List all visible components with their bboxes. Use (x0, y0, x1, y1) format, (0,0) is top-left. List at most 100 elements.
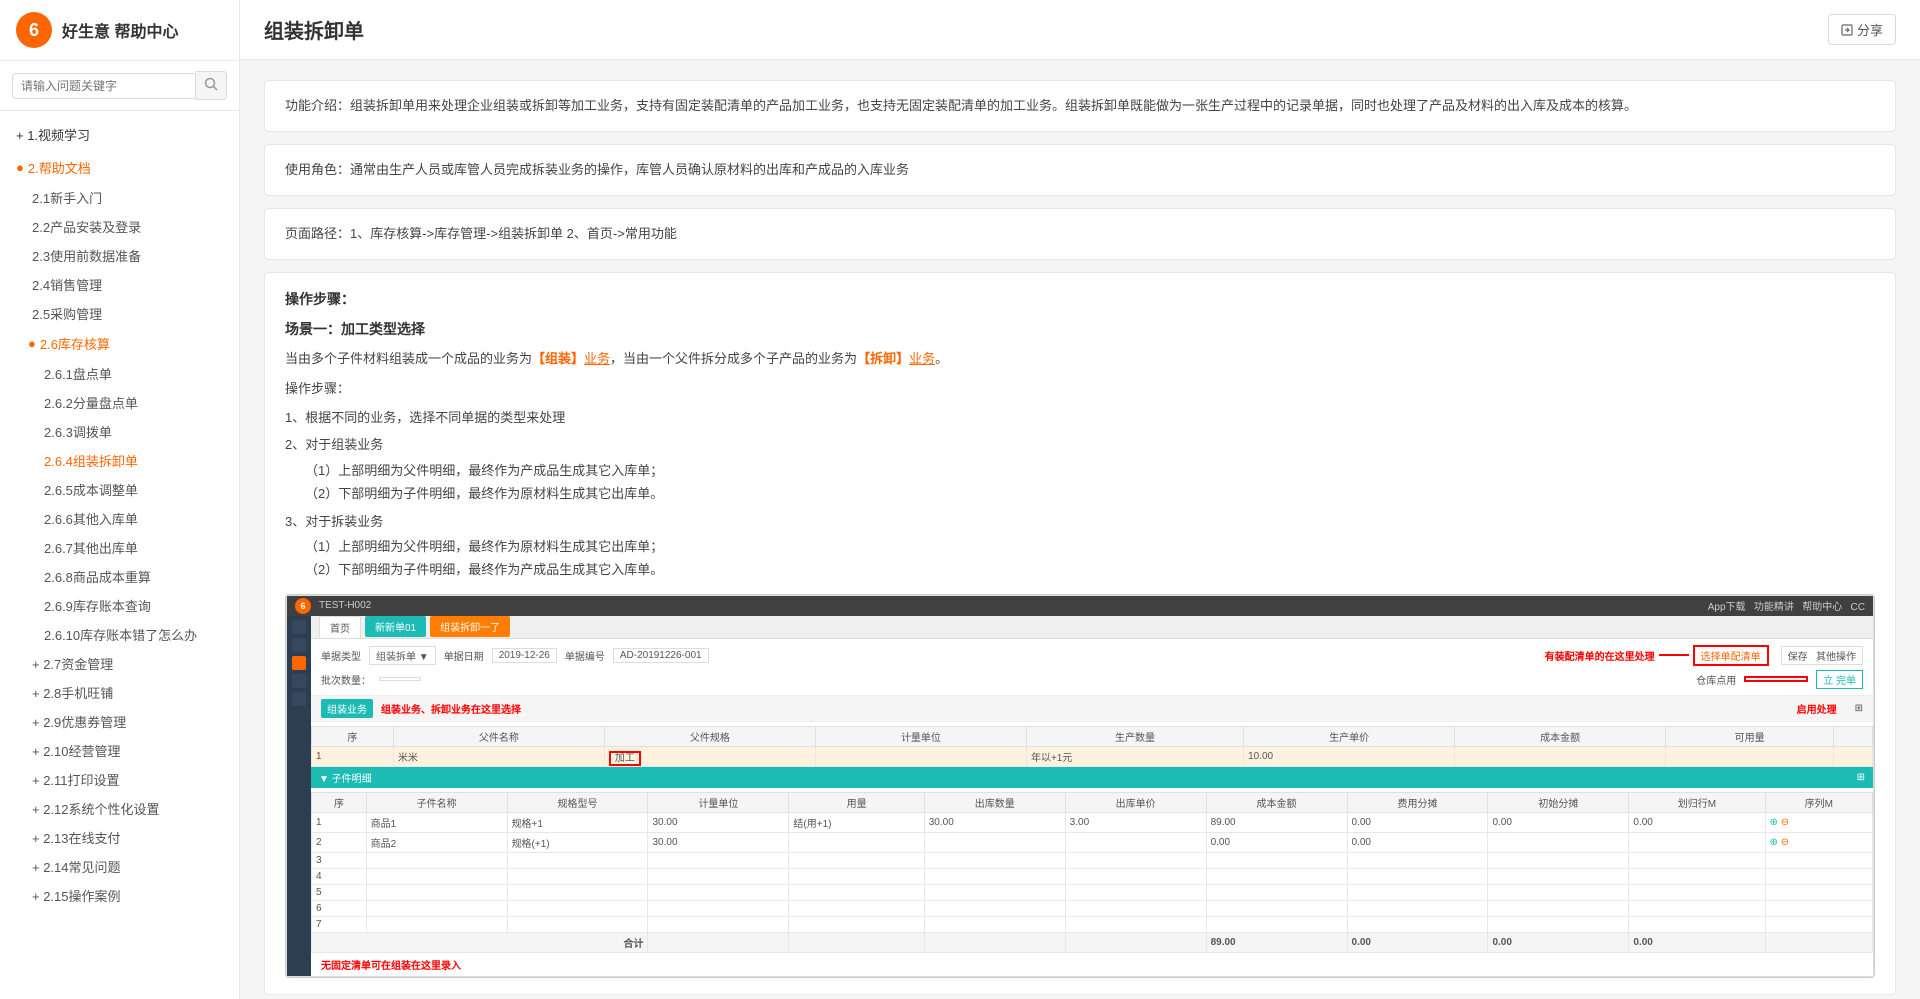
sidebar-item-sales[interactable]: 2.4销售管理 (0, 270, 239, 299)
footer-amount1: 89.00 (1206, 932, 1347, 952)
mock-new-btn[interactable]: 组装拆卸一了 (430, 616, 510, 637)
sidebar-item-inventory[interactable]: 2.6.1盘点单 (0, 359, 239, 388)
sidebar-item-faq[interactable]: + 2.14常见问题 (0, 852, 239, 881)
nav-section-docs: ● 2.帮助文档 2.1新手入门 2.2产品安装及登录 2.3使用前数据准备 2… (0, 152, 239, 910)
mock-action-btns[interactable]: 保存 其他操作 (1781, 646, 1863, 665)
annotation-section: 组装业务、拆卸业务在这里选择 (381, 701, 521, 716)
disassembly-step-1: （1）上部明细为父件明细，最终作为原材料生成其它出库单； (305, 535, 1875, 558)
cell-op-btn-3[interactable]: ⊕ (1770, 837, 1778, 848)
sidebar-item-print[interactable]: + 2.11打印设置 (0, 765, 239, 794)
nav-icon-5 (292, 692, 306, 706)
sidebar-item-mgmt[interactable]: + 2.10经营管理 (0, 736, 239, 765)
footer-amount3: 0.00 (1488, 932, 1629, 952)
mock-tab-home[interactable]: 首页 (319, 616, 361, 638)
mock-upper-row-1: 1 米米 加工 年以+1元 10.00 (312, 746, 1873, 766)
sidebar-item-error[interactable]: 2.6.10库存账本错了怎么办 (0, 620, 239, 649)
sidebar-item-out[interactable]: 2.6.7其他出库单 (0, 533, 239, 562)
sidebar-item-system[interactable]: + 2.12系统个性化设置 (0, 794, 239, 823)
cell-l-init-2 (1488, 832, 1629, 852)
main-content: 组装拆卸单 分享 功能介绍：组装拆卸单用来处理企业组装或拆卸等加工业务，支持有固… (240, 0, 1920, 999)
mock-lower-table: 序 子件名称 规格型号 计量单位 用量 出库数量 出库单价 成本金额 费用分摊 (311, 792, 1873, 953)
sidebar-item-finance[interactable]: + 2.7资金管理 (0, 649, 239, 678)
mock-lower-title: ▼ 子件明细 (319, 770, 372, 785)
cell-l-cost: 89.00 (1206, 812, 1347, 832)
mock-type-value[interactable]: 组装拆单 ▼ (369, 646, 436, 665)
col-qty: 生产数量 (1026, 726, 1243, 746)
search-input[interactable] (12, 73, 196, 99)
sidebar-item-cases[interactable]: + 2.15操作案例 (0, 881, 239, 910)
sidebar-item-data[interactable]: 2.3使用前数据准备 (0, 241, 239, 270)
cell-l-unit-2: 30.00 (648, 832, 789, 852)
sidebar-item-assembly[interactable]: 2.6.4组装拆卸单 (0, 446, 239, 475)
col-out-qty: 出库数量 (924, 792, 1065, 812)
role-card: 使用角色：通常由生产人员或库管人员完成拆装业务的操作，库管人员确认原材料的出库和… (264, 144, 1896, 196)
disassembly-step-2: （2）下部明细为子件明细，最终作为产成品生成其它入库单。 (305, 558, 1875, 581)
cell-op-btn-1[interactable]: ⊕ (1770, 817, 1778, 828)
minus-icon: ● (16, 160, 24, 175)
sidebar-item-install[interactable]: 2.2产品安装及登录 (0, 212, 239, 241)
steps-header: 操作步骤： (285, 289, 1875, 309)
sidebar-item-new[interactable]: 2.1新手入门 (0, 183, 239, 212)
sidebar-item-warehouse[interactable]: ● 2.6库存核算 (0, 328, 239, 359)
sidebar-item-coupon[interactable]: + 2.9优惠券管理 (0, 707, 239, 736)
col-action (1834, 726, 1873, 746)
sidebar-item-video[interactable]: + 1.视频学习 (0, 119, 239, 150)
sidebar-item-payment[interactable]: + 2.13在线支付 (0, 823, 239, 852)
mock-select-btn[interactable]: 立 完单 (1816, 670, 1863, 689)
mock-tabs-bar: 首页 新新单01 组装拆卸一了 (311, 616, 1873, 639)
share-label: 分享 (1857, 20, 1883, 39)
cell-l-out-price-2 (1065, 832, 1206, 852)
col-alloc: 费用分摊 (1347, 792, 1488, 812)
cell-l-seq: 1 (312, 812, 367, 832)
cell-l-seq-2: 2 (312, 832, 367, 852)
sidebar-item-check[interactable]: 2.6.9库存账本查询 (0, 591, 239, 620)
search-button[interactable] (196, 71, 227, 100)
mock-tab-active[interactable]: 新新单01 (365, 616, 426, 637)
fake-screenshot: 6 TEST-H002 App下载 功能精讲 帮助中心 CC (286, 595, 1874, 977)
mock-form-header: 单据类型 组装拆单 ▼ 单据日期 2019-12-26 单据编号 AD-2019… (311, 639, 1873, 696)
mock-qty-label: 批次数量： (321, 672, 371, 687)
mock-qty-value[interactable] (379, 677, 421, 681)
steps-section: 操作步骤： 场景一：加工类型选择 当由多个子件材料组装成一个成品的业务为【组装】… (264, 272, 1896, 995)
sidebar-item-docs[interactable]: ● 2.帮助文档 (0, 152, 239, 183)
sidebar-item-cost[interactable]: 2.6.5成本调整单 (0, 475, 239, 504)
sidebar-item-in[interactable]: 2.6.6其他入库单 (0, 504, 239, 533)
cell-l-usage-2 (789, 832, 924, 852)
sidebar-item-label: 2.6库存核算 (40, 334, 110, 353)
ops-steps-label: 操作步骤： (285, 377, 1875, 400)
share-icon (1841, 24, 1853, 36)
intro-card: 功能介绍：组装拆卸单用来处理企业组装或拆卸等加工业务，支持有固定装配清单的产品加… (264, 80, 1896, 132)
sidebar-item-purchase[interactable]: 2.5采购管理 (0, 299, 239, 328)
col-out-price: 出库单价 (1065, 792, 1206, 812)
role-text: 使用角色：通常由生产人员或库管人员完成拆装业务的操作，库管人员确认原材料的出库和… (285, 159, 1875, 181)
mock-upper-table: 序 父件名称 父件规格 计量单位 生产数量 生产单价 成本金额 可用量 (311, 726, 1873, 767)
mock-assembly-btn[interactable]: 选择单配清单 (1693, 645, 1769, 666)
col-seq-m: 序列M (1765, 792, 1872, 812)
mock-left-nav (287, 616, 311, 976)
sidebar-item-recount[interactable]: 2.6.8商品成本重算 (0, 562, 239, 591)
mock-lower-row-2: 2 商品2 规格(+1) 30.00 0.00 0.00 (312, 832, 1873, 852)
nav-section-video: + 1.视频学习 (0, 119, 239, 150)
mock-no-value[interactable]: AD-20191226-001 (613, 648, 709, 663)
sidebar-item-mobile[interactable]: + 2.8手机旺铺 (0, 678, 239, 707)
cell-op-btn-2[interactable]: ⊖ (1781, 817, 1789, 828)
mock-warehouse-input[interactable] (1744, 676, 1808, 682)
cell-op-btn-4[interactable]: ⊖ (1781, 837, 1789, 848)
mock-section-tab[interactable]: 组装业务 (321, 699, 373, 718)
mock-main-area: 首页 新新单01 组装拆卸一了 单据类型 组装拆单 ▼ 单据日期 (311, 616, 1873, 976)
share-button[interactable]: 分享 (1828, 14, 1896, 45)
sidebar-item-partial[interactable]: 2.6.2分量盘点单 (0, 388, 239, 417)
annotation-cannot-edit: 无固定清单可在组装在这里录入 (321, 961, 461, 972)
screenshot-container: 6 TEST-H002 App下载 功能精讲 帮助中心 CC (285, 594, 1875, 978)
main-header: 组装拆卸单 分享 (240, 0, 1920, 60)
col-price: 生产单价 (1244, 726, 1455, 746)
path-text: 页面路径：1、库存核算->库存管理->组装拆卸单 2、首页->常用功能 (285, 223, 1875, 245)
step-list: 1、根据不同的业务，选择不同单据的类型来处理 2、对于组装业务 （1）上部明细为… (285, 406, 1875, 582)
cell-l-cost-2: 0.00 (1206, 832, 1347, 852)
step-1: 1、根据不同的业务，选择不同单据的类型来处理 (285, 406, 1875, 429)
mock-date-value[interactable]: 2019-12-26 (492, 648, 557, 663)
search-box (0, 61, 239, 111)
mock-lower-row-6: 6 (312, 900, 1873, 916)
sidebar-item-adjust[interactable]: 2.6.3调拨单 (0, 417, 239, 446)
scenario-desc1: 当由多个子件材料组装成一个成品的业务为【组装】业务，当由一个父件拆分成多个子产品… (285, 347, 1875, 370)
